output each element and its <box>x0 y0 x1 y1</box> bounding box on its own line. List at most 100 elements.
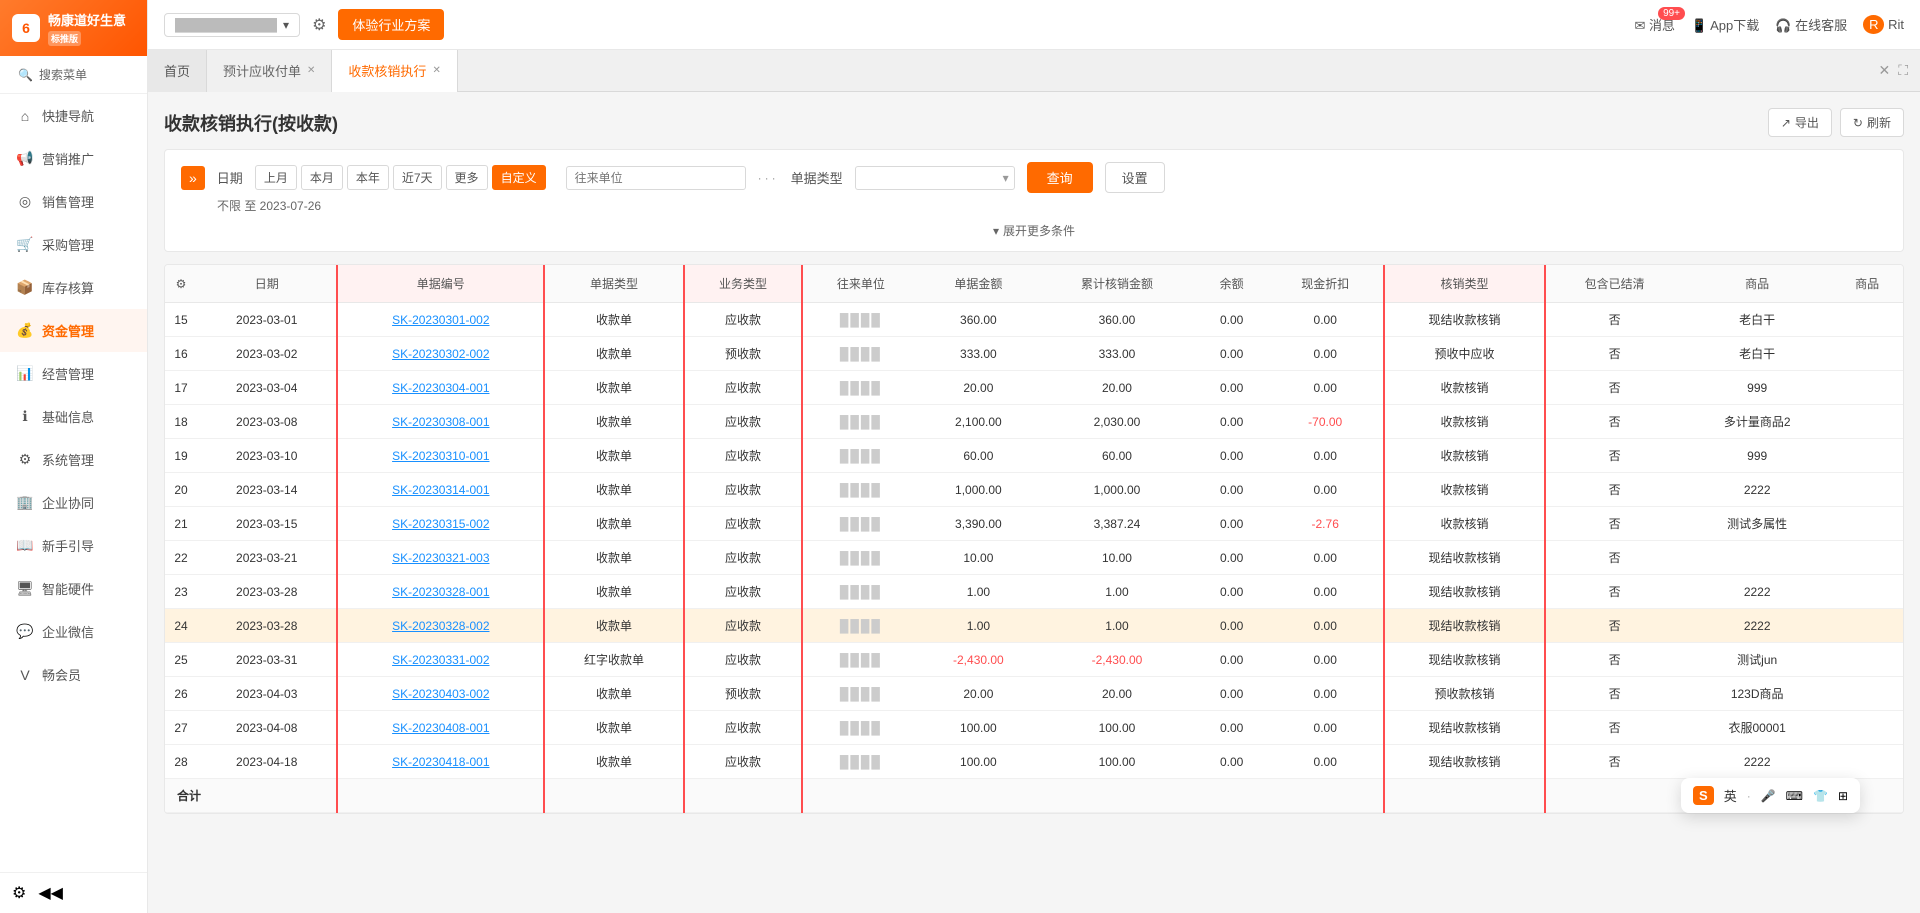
tab-close-all-icon[interactable]: ✕ <box>1878 62 1890 79</box>
table-cell: 999 <box>1683 439 1831 473</box>
message-area[interactable]: ✉ 消息 99+ <box>1634 15 1675 34</box>
voucher-type-select[interactable] <box>855 166 1015 190</box>
table-cell: 收款单 <box>544 507 684 541</box>
table-cell: 预收中应收 <box>1384 337 1545 371</box>
table-cell[interactable]: SK-20230314-001 <box>337 473 544 507</box>
table-cell: 收款单 <box>544 405 684 439</box>
tab-pre-receive[interactable]: 预计应收付单 ✕ <box>207 50 332 92</box>
table-cell: 21 <box>165 507 197 541</box>
total-bill-no <box>337 779 544 813</box>
last-7days-btn[interactable]: 近7天 <box>393 165 442 190</box>
table-cell[interactable]: SK-20230408-001 <box>337 711 544 745</box>
sidebar-item-hardware[interactable]: 🖥 智能硬件 <box>0 567 147 610</box>
export-icon: ↗ <box>1781 116 1791 130</box>
page-content: 收款核销执行(按收款) ↗ 导出 ↻ 刷新 » 日期 上月 本月 <box>148 92 1920 913</box>
export-button[interactable]: ↗ 导出 <box>1768 108 1832 137</box>
table-cell[interactable]: SK-20230331-002 <box>337 643 544 677</box>
table-cell: 0.00 <box>1267 711 1383 745</box>
sidebar-search[interactable]: 🔍 搜索菜单 <box>0 56 147 94</box>
query-button[interactable]: 查询 <box>1027 162 1093 193</box>
workspace-dropdown[interactable]: ████████████ ▾ <box>164 13 300 37</box>
app-download[interactable]: 📱 App下载 <box>1691 15 1759 34</box>
table-cell: 0.00 <box>1196 643 1268 677</box>
user-info[interactable]: R Rit <box>1863 17 1904 32</box>
table-cell[interactable]: SK-20230315-002 <box>337 507 544 541</box>
sidebar-item-wechat[interactable]: 💬 企业微信 <box>0 610 147 653</box>
microphone-icon[interactable]: 🎤 <box>1761 789 1776 803</box>
collection-verify-label: 收款核销执行 <box>348 61 426 80</box>
sidebar-item-inventory[interactable]: 📦 库存核算 <box>0 266 147 309</box>
table-row: 242023-03-28SK-20230328-002收款单应收款████1.0… <box>165 609 1903 643</box>
table-cell: 0.00 <box>1267 303 1383 337</box>
sidebar-item-finance[interactable]: 💰 资金管理 <box>0 309 147 352</box>
table-cell[interactable]: SK-20230328-002 <box>337 609 544 643</box>
sidebar-item-basic[interactable]: ℹ 基础信息 <box>0 395 147 438</box>
table-cell <box>1831 439 1903 473</box>
this-year-btn[interactable]: 本年 <box>347 165 389 190</box>
table-cell[interactable]: SK-20230308-001 <box>337 405 544 439</box>
tab-pre-receive-close[interactable]: ✕ <box>307 65 315 76</box>
table-cell: 22 <box>165 541 197 575</box>
table-cell: 0.00 <box>1196 405 1268 439</box>
more-date-btn[interactable]: 更多 <box>446 165 488 190</box>
filter-expand-toggle[interactable]: » <box>181 166 205 190</box>
table-row: 212023-03-15SK-20230315-002收款单应收款████3,3… <box>165 507 1903 541</box>
sidebar-item-marketing[interactable]: 📢 营销推广 <box>0 137 147 180</box>
custom-date-btn[interactable]: 自定义 <box>492 165 546 190</box>
tab-expand-icon[interactable]: ⛶ <box>1898 62 1908 79</box>
table-cell[interactable]: SK-20230328-001 <box>337 575 544 609</box>
sidebar-item-member[interactable]: V 畅会员 <box>0 653 147 696</box>
partner-input[interactable] <box>566 166 746 190</box>
table-cell: ████ <box>802 609 918 643</box>
table-cell <box>1831 371 1903 405</box>
table-cell[interactable]: SK-20230321-003 <box>337 541 544 575</box>
sidebar-item-enterprise[interactable]: 🏢 企业协同 <box>0 481 147 524</box>
table-cell: 老白干 <box>1683 337 1831 371</box>
home-icon: ⌂ <box>16 107 34 125</box>
keyboard-icon[interactable]: ⌨ <box>1786 789 1803 803</box>
tab-home[interactable]: 首页 <box>148 50 207 92</box>
sidebar-item-sales[interactable]: ◎ 销售管理 <box>0 180 147 223</box>
table-cell <box>1831 303 1903 337</box>
settings-icon[interactable]: ⚙ <box>12 883 26 903</box>
table-cell[interactable]: SK-20230301-002 <box>337 303 544 337</box>
refresh-button[interactable]: ↻ 刷新 <box>1840 108 1904 137</box>
sidebar-item-purchase[interactable]: 🛒 采购管理 <box>0 223 147 266</box>
skin-icon[interactable]: 👕 <box>1813 789 1828 803</box>
table-cell: -2.76 <box>1267 507 1383 541</box>
table-cell: 26 <box>165 677 197 711</box>
table-cell: 收款核销 <box>1384 405 1545 439</box>
table-cell <box>1831 643 1903 677</box>
table-cell: 0.00 <box>1196 507 1268 541</box>
table-cell[interactable]: SK-20230302-002 <box>337 337 544 371</box>
table-cell[interactable]: SK-20230304-001 <box>337 371 544 405</box>
settings-button[interactable]: 设置 <box>1105 162 1165 193</box>
collapse-icon[interactable]: ◀◀ <box>38 883 63 903</box>
table-cell: ████ <box>802 643 918 677</box>
sidebar-item-guide[interactable]: 📖 新手引导 <box>0 524 147 567</box>
grid-icon[interactable]: ⊞ <box>1838 789 1848 803</box>
last-month-btn[interactable]: 上月 <box>255 165 297 190</box>
tab-collection-verify-close[interactable]: ✕ <box>432 65 440 76</box>
this-month-btn[interactable]: 本月 <box>301 165 343 190</box>
gear-icon[interactable]: ⚙ <box>312 15 326 35</box>
table-cell: 2023-03-10 <box>197 439 337 473</box>
table-cell[interactable]: SK-20230418-001 <box>337 745 544 779</box>
table-cell: ████ <box>802 473 918 507</box>
sidebar-item-system[interactable]: ⚙ 系统管理 <box>0 438 147 481</box>
solution-button[interactable]: 体验行业方案 <box>338 9 444 40</box>
nav-label: 销售管理 <box>42 192 94 211</box>
table-cell[interactable]: SK-20230403-002 <box>337 677 544 711</box>
expand-conditions-btn[interactable]: ▾ 展开更多条件 <box>993 222 1075 239</box>
table-row: 222023-03-21SK-20230321-003收款单应收款████10.… <box>165 541 1903 575</box>
table-cell: 0.00 <box>1267 473 1383 507</box>
sidebar-item-operation[interactable]: 📊 经营管理 <box>0 352 147 395</box>
online-service[interactable]: 🎧 在线客服 <box>1775 15 1847 34</box>
table-cell: 否 <box>1545 609 1683 643</box>
sidebar-item-quick-nav[interactable]: ⌂ 快捷导航 <box>0 94 147 137</box>
tab-collection-verify[interactable]: 收款核销执行 ✕ <box>332 50 457 92</box>
col-gear[interactable]: ⚙ <box>165 265 197 303</box>
table-cell[interactable]: SK-20230310-001 <box>337 439 544 473</box>
table-cell: 应收款 <box>684 609 802 643</box>
table-cell: 24 <box>165 609 197 643</box>
